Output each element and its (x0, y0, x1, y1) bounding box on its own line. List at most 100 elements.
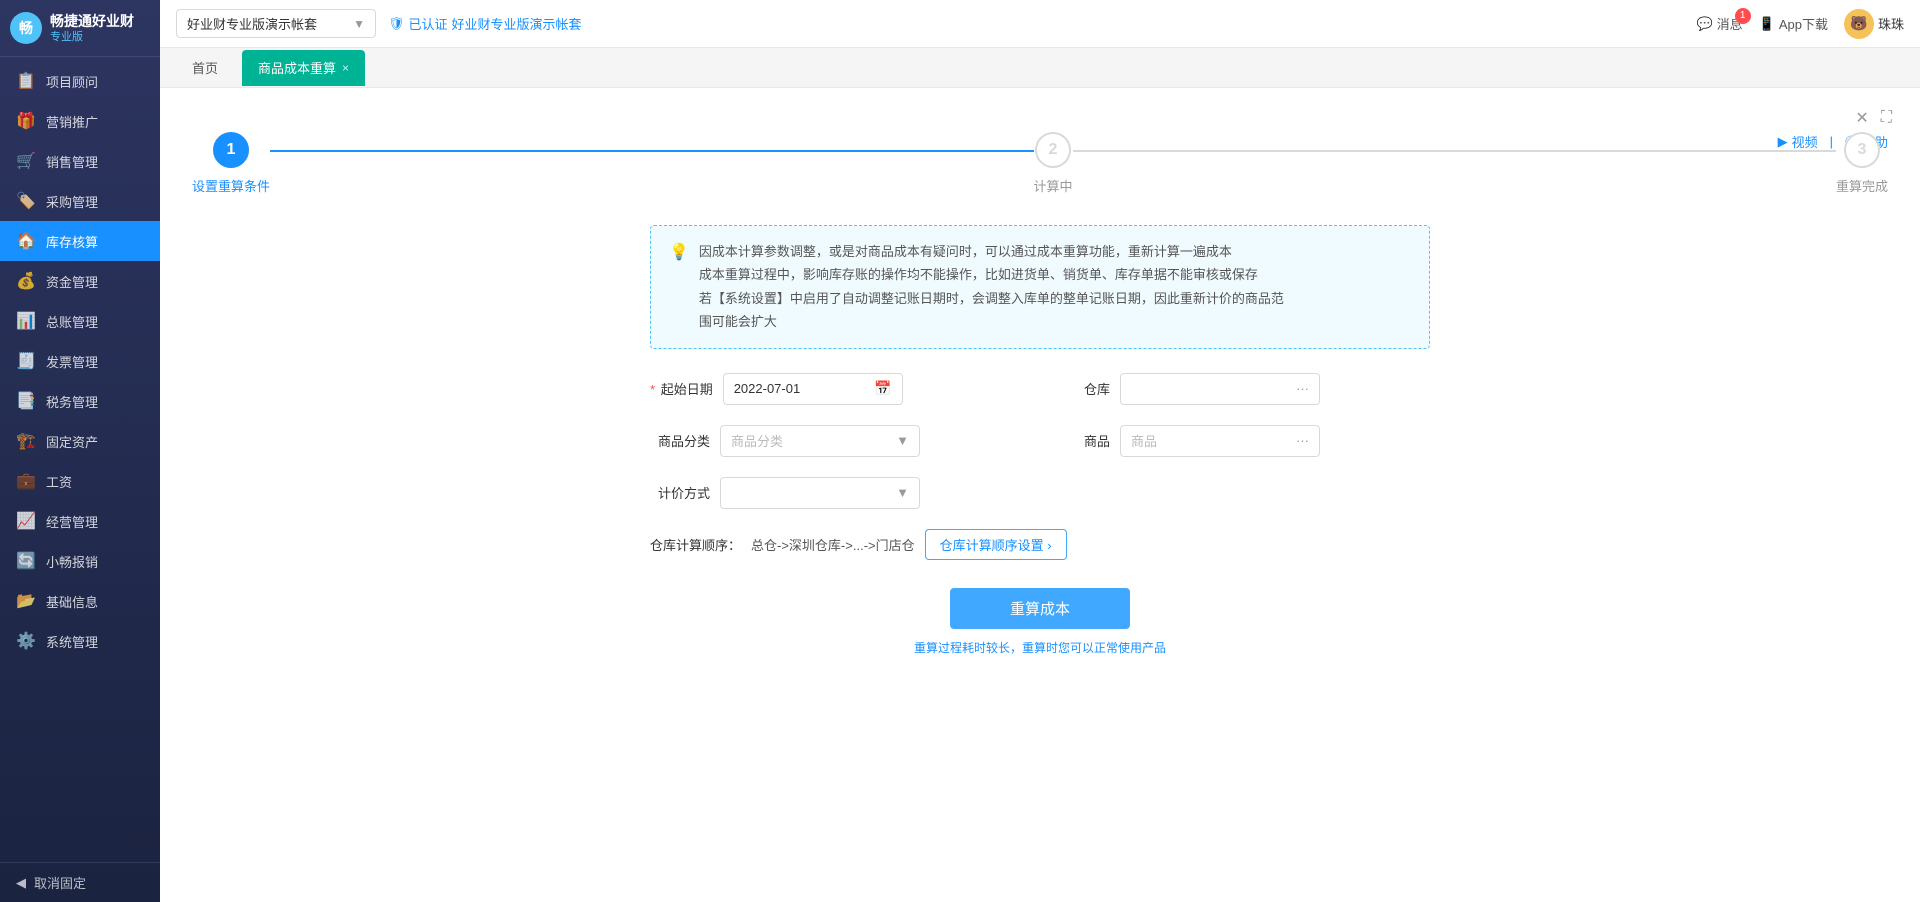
warehouse-order-value: 总仓->深圳仓库->...->门店仓 (751, 535, 915, 554)
step-2-circle: 2 (1035, 132, 1071, 168)
tab-close-recalc[interactable]: × (342, 61, 349, 75)
app-download-action[interactable]: 📱 App下载 (1759, 14, 1828, 33)
ledger-icon: 📊 (16, 311, 36, 331)
sidebar-item-label-tax: 税务管理 (46, 392, 98, 411)
goods-field: 商品 商品 ··· (1050, 425, 1430, 457)
form-row-3: 计价方式 ▼ (650, 477, 1430, 509)
tax-icon: 📑 (16, 391, 36, 411)
start-date-value: 2022-07-01 (734, 381, 867, 396)
category-arrow-icon: ▼ (896, 433, 909, 448)
sidebar-item-system[interactable]: ⚙️ 系统管理 (0, 621, 160, 661)
sidebar-item-label-purchase: 采购管理 (46, 192, 98, 211)
sidebar-item-assets[interactable]: 🏗️ 固定资产 (0, 421, 160, 461)
ellipsis-icon: ··· (1296, 381, 1309, 396)
sidebar-unpin[interactable]: ◀ 取消固定 (0, 862, 160, 902)
warehouse-order-btn[interactable]: 仓库计算顺序设置 › (925, 529, 1067, 560)
account-selector[interactable]: 好业财专业版演示帐套 ▼ (176, 9, 376, 38)
sidebar-item-expense[interactable]: 🔄 小畅报销 (0, 541, 160, 581)
sidebar-item-finance[interactable]: 💰 资金管理 (0, 261, 160, 301)
info-text: 因成本计算参数调整，或是对商品成本有疑问时，可以通过成本重算功能，重新计算一遍成… (699, 240, 1284, 334)
goods-input[interactable]: 商品 ··· (1120, 425, 1320, 457)
message-action[interactable]: 💬 消息 1 (1696, 14, 1742, 33)
required-marker: * (650, 382, 655, 397)
warehouse-label: 仓库 (1050, 379, 1110, 398)
sidebar-item-label-operations: 经营管理 (46, 512, 98, 531)
form-row-2: 商品分类 商品分类 ▼ 商品 商品 ··· (650, 425, 1430, 457)
start-date-input[interactable]: 2022-07-01 📅 (723, 373, 903, 405)
tab-recalc[interactable]: 商品成本重算 × (242, 50, 365, 86)
step-3: 3 重算完成 (1836, 132, 1888, 195)
invoice-icon: 🧾 (16, 351, 36, 371)
verified-badge: 🛡 已认证 好业财专业版演示帐套 (388, 14, 582, 33)
warehouse-order-row: 仓库计算顺序： 总仓->深圳仓库->...->门店仓 仓库计算顺序设置 › (650, 529, 1430, 560)
brand-name: 畅捷通好业财 (50, 12, 134, 30)
step-2: 2 计算中 (1034, 132, 1073, 195)
sidebar-item-label-invoice: 发票管理 (46, 352, 98, 371)
sidebar-item-label-salary: 工资 (46, 472, 72, 491)
operations-icon: 📈 (16, 511, 36, 531)
project-icon: 📋 (16, 71, 36, 91)
sidebar-item-salary[interactable]: 💼 工资 (0, 461, 160, 501)
sidebar-item-tax[interactable]: 📑 税务管理 (0, 381, 160, 421)
app-download-label: App下载 (1779, 14, 1828, 33)
sidebar-item-label-sales: 销售管理 (46, 152, 98, 171)
account-arrow-icon: ▼ (353, 17, 365, 31)
warehouse-input[interactable]: ··· (1120, 373, 1320, 405)
form-row-1: * 起始日期 2022-07-01 📅 仓库 ··· (650, 373, 1430, 405)
tabs-bar: 首页 商品成本重算 × (160, 48, 1920, 88)
main-area: 好业财专业版演示帐套 ▼ 🛡 已认证 好业财专业版演示帐套 💬 消息 1 📱 A… (160, 0, 1920, 902)
tab-home[interactable]: 首页 (176, 50, 234, 86)
info-icon: 💡 (669, 242, 689, 334)
tab-label-recalc: 商品成本重算 (258, 58, 336, 77)
app-logo-text: 畅捷通好业财 专业版 (50, 12, 134, 44)
goods-label: 商品 (1050, 431, 1110, 450)
user-avatar-action[interactable]: 🐻 珠珠 (1844, 9, 1904, 39)
tab-label-home: 首页 (192, 58, 218, 77)
sidebar-item-inventory[interactable]: 🏠 库存核算 (0, 221, 160, 261)
step-line-2 (1073, 150, 1836, 152)
category-label: 商品分类 (650, 431, 710, 450)
start-date-label: * 起始日期 (650, 379, 713, 398)
video-link[interactable]: ▶ 视频 (1778, 132, 1818, 151)
sidebar-item-label-marketing: 营销推广 (46, 112, 98, 131)
sidebar-item-project[interactable]: 📋 项目顾问 (0, 61, 160, 101)
unpin-label: 取消固定 (34, 873, 86, 892)
warehouse-order-btn-label: 仓库计算顺序设置 › (940, 535, 1052, 554)
message-badge: 1 (1735, 8, 1751, 24)
sidebar-item-purchase[interactable]: 🏷️ 采购管理 (0, 181, 160, 221)
sidebar-item-invoice[interactable]: 🧾 发票管理 (0, 341, 160, 381)
finance-icon: 💰 (16, 271, 36, 291)
steps-container: 1 设置重算条件 2 计算中 3 重算完成 ▶ 视频 | ⓪ 帮助 (192, 112, 1888, 225)
sidebar-item-label-system: 系统管理 (46, 632, 98, 651)
price-method-label: 计价方式 (650, 483, 710, 502)
unpin-icon: ◀ (16, 875, 26, 891)
step-3-circle: 3 (1844, 132, 1880, 168)
recalc-section: 重算成本 重算过程耗时较长，重算时您可以正常使用产品 (650, 588, 1430, 656)
sidebar-item-label-assets: 固定资产 (46, 432, 98, 451)
sidebar-item-basic[interactable]: 📂 基础信息 (0, 581, 160, 621)
sidebar-item-marketing[interactable]: 🎁 营销推广 (0, 101, 160, 141)
goods-ellipsis-icon: ··· (1296, 433, 1309, 448)
sales-icon: 🛒 (16, 151, 36, 171)
assets-icon: 🏗️ (16, 431, 36, 451)
username: 珠珠 (1878, 14, 1904, 33)
sidebar-item-label-inventory: 库存核算 (46, 232, 98, 251)
sidebar-item-operations[interactable]: 📈 经营管理 (0, 501, 160, 541)
info-line1: 因成本计算参数调整，或是对商品成本有疑问时，可以通过成本重算功能，重新计算一遍成… (699, 240, 1284, 263)
warehouse-order-label: 仓库计算顺序： (650, 535, 741, 554)
sidebar-item-label-ledger: 总账管理 (46, 312, 98, 331)
info-line3: 若【系统设置】中启用了自动调整记账日期时，会调整入库单的整单记账日期，因此重新计… (699, 287, 1284, 310)
sidebar-item-sales[interactable]: 🛒 销售管理 (0, 141, 160, 181)
category-field: 商品分类 商品分类 ▼ (650, 425, 1030, 457)
basic-icon: 📂 (16, 591, 36, 611)
recalc-button[interactable]: 重算成本 (950, 588, 1130, 629)
category-select[interactable]: 商品分类 ▼ (720, 425, 920, 457)
system-icon: ⚙️ (16, 631, 36, 651)
content-area: ✕ ⛶ 1 设置重算条件 2 计算中 3 重算完成 ▶ 视频 | ⓪ 帮助 (160, 88, 1920, 902)
sidebar-item-ledger[interactable]: 📊 总账管理 (0, 301, 160, 341)
message-icon: 💬 (1696, 16, 1712, 32)
price-method-select[interactable]: ▼ (720, 477, 920, 509)
step-1-label: 设置重算条件 (192, 176, 270, 195)
info-box: 💡 因成本计算参数调整，或是对商品成本有疑问时，可以通过成本重算功能，重新计算一… (650, 225, 1430, 349)
warehouse-field: 仓库 ··· (1050, 373, 1430, 405)
